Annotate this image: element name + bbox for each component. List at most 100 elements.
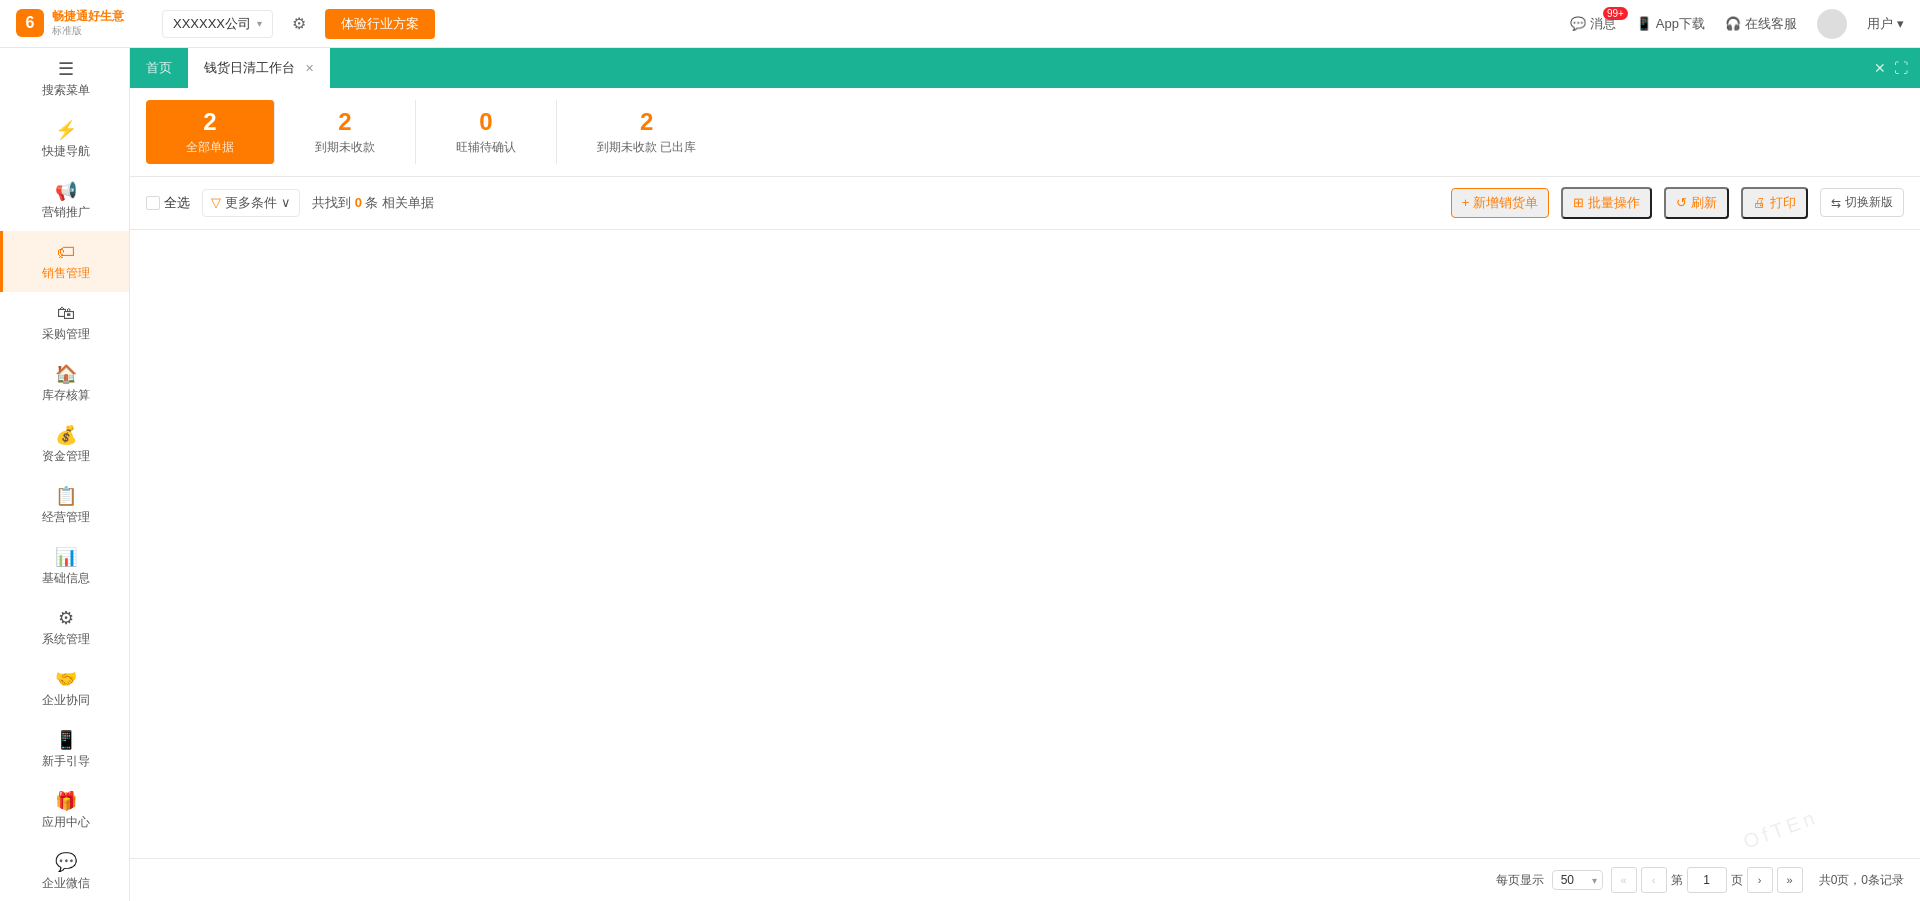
sales-icon: 🏷 [57, 243, 75, 261]
batch-icon: ⊞ [1573, 195, 1584, 210]
batch-btn[interactable]: ⊞ 批量操作 [1561, 187, 1652, 219]
sidebar-item-sales[interactable]: 🏷 销售管理 [0, 231, 129, 292]
sales-label: 销售管理 [42, 265, 90, 282]
message-icon: 💬 [1570, 16, 1586, 31]
new-sale-btn[interactable]: + 新增销货单 [1451, 188, 1549, 218]
switch-btn[interactable]: ⇆ 切换新版 [1820, 188, 1904, 217]
stat-card-3[interactable]: 2 到期未收款 已出库 [557, 100, 736, 164]
wechat-icon: 💬 [55, 853, 77, 871]
stat-card-0[interactable]: 2 全部单据 [146, 100, 275, 164]
select-all-label[interactable]: 全选 [146, 194, 190, 212]
experience-btn[interactable]: 体验行业方案 [325, 9, 435, 39]
service-label: 在线客服 [1745, 15, 1797, 33]
stat-card-1[interactable]: 2 到期未收款 [275, 100, 416, 164]
stat-card-2[interactable]: 0 旺辅待确认 [416, 100, 557, 164]
operations-icon: 📋 [55, 487, 77, 505]
sidebar-item-search-menu[interactable]: ☰ 搜索菜单 [0, 48, 129, 109]
settings-icon[interactable]: ⚙ [285, 10, 313, 38]
filter-btn[interactable]: ▽ 更多条件 ∨ [202, 189, 300, 217]
cooperation-label: 企业协同 [42, 692, 90, 709]
per-page-label: 每页显示 [1496, 872, 1544, 889]
message-btn[interactable]: 💬 消息 99+ [1570, 15, 1616, 33]
content: 2 全部单据 2 到期未收款 0 旺辅待确认 2 到期未收款 已出库 全选 ▽ [130, 88, 1920, 901]
marketing-icon: 📢 [55, 182, 77, 200]
stat-label-3: 到期未收款 已出库 [597, 139, 696, 156]
page-input[interactable] [1687, 867, 1727, 893]
purchase-label: 采购管理 [42, 326, 90, 343]
tab-workbench[interactable]: 钱货日清工作台 ✕ [188, 48, 330, 88]
per-page-select[interactable]: 20 50 100 [1552, 870, 1603, 890]
page-next-btn[interactable]: › [1747, 867, 1773, 893]
company-name: XXXXXX公司 [173, 15, 251, 33]
page-unit: 页 [1731, 872, 1743, 889]
finance-icon: 💰 [55, 426, 77, 444]
refresh-label: 刷新 [1691, 194, 1717, 212]
refresh-icon: ↺ [1676, 195, 1687, 210]
guide-icon: 📱 [55, 731, 77, 749]
tab-minimize-icon[interactable]: ✕ [1874, 60, 1886, 76]
page-label: 第 [1671, 872, 1683, 889]
sidebar-item-quick-nav[interactable]: ⚡ 快捷导航 [0, 109, 129, 170]
system-label: 系统管理 [42, 631, 90, 648]
base-info-label: 基础信息 [42, 570, 90, 587]
switch-icon: ⇆ [1831, 196, 1841, 210]
message-badge: 99+ [1603, 7, 1628, 20]
company-selector[interactable]: XXXXXX公司 ▾ [162, 10, 273, 38]
sidebar-item-marketing[interactable]: 📢 营销推广 [0, 170, 129, 231]
print-btn[interactable]: 🖨 打印 [1741, 187, 1808, 219]
logo-icon: 6 [16, 9, 44, 37]
purchase-icon: 🛍 [57, 304, 75, 322]
quick-nav-label: 快捷导航 [42, 143, 90, 160]
tab-maximize-icon[interactable]: ⛶ [1894, 60, 1908, 76]
app-center-icon: 🎁 [55, 792, 77, 810]
page-prev-btn[interactable]: ‹ [1641, 867, 1667, 893]
page-nav: « ‹ 第 页 › » [1611, 867, 1803, 893]
per-page-wrapper: 20 50 100 [1552, 870, 1603, 890]
select-all-text: 全选 [164, 194, 190, 212]
sidebar-item-cooperation[interactable]: 🤝 企业协同 [0, 658, 129, 719]
sidebar-item-purchase[interactable]: 🛍 采购管理 [0, 292, 129, 353]
app-download-btn[interactable]: 📱 App下载 [1636, 15, 1705, 33]
operations-label: 经营管理 [42, 509, 90, 526]
avatar[interactable] [1817, 9, 1847, 39]
toolbar: 全选 ▽ 更多条件 ∨ 共找到 0 条 相关单据 + 新增销货单 [130, 177, 1920, 230]
page-first-btn[interactable]: « [1611, 867, 1637, 893]
sidebar-item-wechat[interactable]: 💬 企业微信 [0, 841, 129, 901]
service-icon: 🎧 [1725, 16, 1741, 31]
inventory-label: 库存核算 [42, 387, 90, 404]
sidebar-item-app-center[interactable]: 🎁 应用中心 [0, 780, 129, 841]
found-text: 共找到 0 条 相关单据 [312, 194, 434, 212]
system-icon: ⚙ [58, 609, 74, 627]
sidebar-item-base-info[interactable]: 📊 基础信息 [0, 536, 129, 597]
cooperation-icon: 🤝 [55, 670, 77, 688]
sidebar-item-inventory[interactable]: 🏠 库存核算 [0, 353, 129, 414]
refresh-btn[interactable]: ↺ 刷新 [1664, 187, 1729, 219]
stat-number-2: 0 [479, 108, 492, 137]
page-last-btn[interactable]: » [1777, 867, 1803, 893]
stat-number-0: 2 [203, 108, 216, 137]
online-service-btn[interactable]: 🎧 在线客服 [1725, 15, 1797, 33]
sidebar-item-finance[interactable]: 💰 资金管理 [0, 414, 129, 475]
select-all-checkbox[interactable] [146, 196, 160, 210]
quick-nav-icon: ⚡ [55, 121, 77, 139]
tab-home[interactable]: 首页 [130, 48, 188, 88]
filter-label: 更多条件 [225, 194, 277, 212]
tab-controls: ✕ ⛶ [1874, 60, 1920, 76]
logo-area: 6 畅捷通好生意 标准版 [16, 9, 146, 37]
stat-label-2: 旺辅待确认 [456, 139, 516, 156]
found-unit: 条 [365, 195, 378, 210]
tab-home-label: 首页 [146, 59, 172, 77]
sidebar-item-guide[interactable]: 📱 新手引导 [0, 719, 129, 780]
tab-close-icon[interactable]: ✕ [305, 62, 314, 75]
sidebar-item-operations[interactable]: 📋 经营管理 [0, 475, 129, 536]
guide-label: 新手引导 [42, 753, 90, 770]
stat-label-0: 全部单据 [186, 139, 234, 156]
table-area: OfTEn [130, 230, 1920, 858]
sidebar-item-system[interactable]: ⚙ 系统管理 [0, 597, 129, 658]
user-name[interactable]: 用户 ▾ [1867, 15, 1904, 33]
layout: ☰ 搜索菜单 ⚡ 快捷导航 📢 营销推广 🏷 销售管理 🛍 采购管理 🏠 库存核… [0, 48, 1920, 901]
user-label: 用户 [1867, 15, 1893, 33]
tab-bar: 首页 钱货日清工作台 ✕ ✕ ⛶ [130, 48, 1920, 88]
app-download-label: App下载 [1656, 15, 1705, 33]
main-area: 首页 钱货日清工作台 ✕ ✕ ⛶ 2 全部单据 2 到期未收款 0 旺辅待确认 [130, 48, 1920, 901]
